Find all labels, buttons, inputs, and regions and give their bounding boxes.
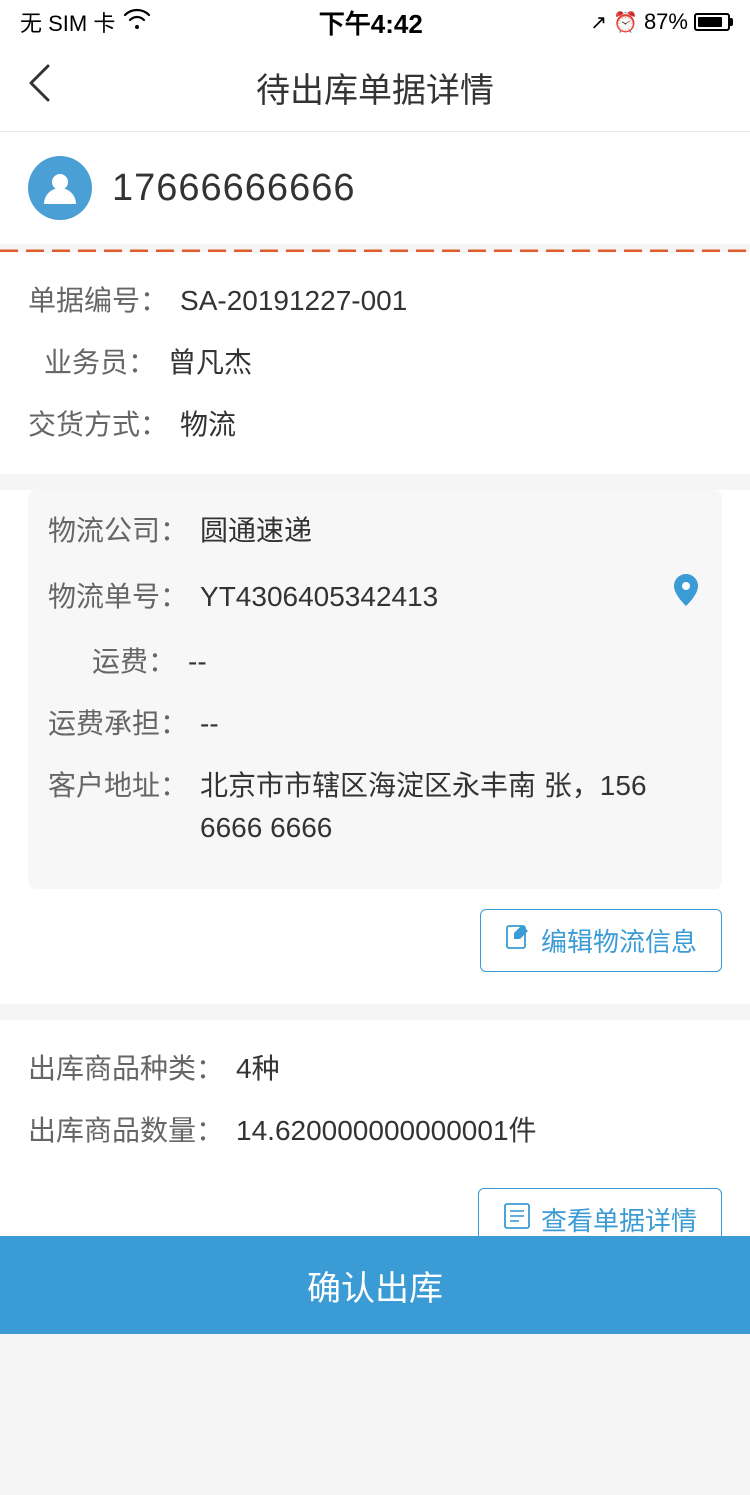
address-label: 客户地址： bbox=[48, 765, 200, 807]
freight-row: 运费： -- bbox=[48, 641, 702, 683]
page-title: 待出库单据详情 bbox=[256, 63, 494, 112]
edit-logistics-container: 编辑物流信息 bbox=[28, 909, 722, 980]
goods-type-row: 出库商品种类： 4种 bbox=[28, 1048, 722, 1090]
tracking-location-icon[interactable] bbox=[670, 572, 702, 621]
salesman-value: 曾凡杰 bbox=[168, 342, 722, 384]
goods-quantity-row: 出库商品数量： 14.620000000000001件 bbox=[28, 1110, 722, 1152]
confirm-label: 确认出库 bbox=[307, 1261, 443, 1310]
wifi-icon bbox=[123, 8, 151, 36]
logistics-section: 物流公司： 圆通速递 物流单号： YT4306405342413 运费： -- … bbox=[28, 490, 722, 889]
status-left: 无 SIM 卡 bbox=[20, 6, 151, 38]
edit-logistics-label: 编辑物流信息 bbox=[541, 922, 697, 959]
goods-type-label: 出库商品种类： bbox=[28, 1048, 236, 1090]
goods-type-value: 4种 bbox=[236, 1048, 722, 1090]
view-detail-label: 查看单据详情 bbox=[541, 1201, 697, 1238]
logistics-company-row: 物流公司： 圆通速递 bbox=[48, 510, 702, 552]
nav-bar: 待出库单据详情 bbox=[0, 44, 750, 132]
freight-bear-value: -- bbox=[200, 703, 702, 745]
location-status-icon: ↗ bbox=[590, 10, 607, 35]
order-number-row: 单据编号： SA-20191227-001 bbox=[28, 280, 722, 322]
status-time: 下午4:42 bbox=[319, 4, 423, 41]
separator-1 bbox=[0, 1004, 750, 1020]
alarm-icon: ⏰ bbox=[613, 10, 638, 35]
order-number-label: 单据编号： bbox=[28, 280, 180, 322]
edit-logistics-button[interactable]: 编辑物流信息 bbox=[480, 909, 722, 972]
dashed-divider bbox=[0, 244, 750, 252]
battery-icon bbox=[694, 13, 730, 31]
carrier-text: 无 SIM 卡 bbox=[20, 6, 115, 38]
logistics-outer: 物流公司： 圆通速递 物流单号： YT4306405342413 运费： -- … bbox=[0, 490, 750, 1004]
tracking-label: 物流单号： bbox=[48, 576, 200, 618]
freight-bear-row: 运费承担： -- bbox=[48, 703, 702, 745]
salesman-row: 业务员： 曾凡杰 bbox=[28, 342, 722, 384]
goods-quantity-label: 出库商品数量： bbox=[28, 1110, 236, 1152]
delivery-row: 交货方式： 物流 bbox=[28, 404, 722, 446]
confirm-button[interactable]: 确认出库 bbox=[0, 1236, 750, 1334]
logistics-company-value: 圆通速递 bbox=[200, 510, 702, 552]
tracking-row: 物流单号： YT4306405342413 bbox=[48, 572, 702, 621]
order-number-value: SA-20191227-001 bbox=[180, 280, 722, 322]
back-button[interactable] bbox=[28, 64, 50, 111]
order-info-section: 单据编号： SA-20191227-001 业务员： 曾凡杰 交货方式： 物流 bbox=[0, 252, 750, 474]
customer-phone: 17666666666 bbox=[112, 167, 355, 210]
logistics-company-label: 物流公司： bbox=[48, 510, 200, 552]
tracking-value: YT4306405342413 bbox=[200, 576, 658, 618]
goods-quantity-value: 14.620000000000001件 bbox=[236, 1110, 722, 1152]
battery-percent: 87% bbox=[644, 9, 688, 35]
freight-value: -- bbox=[188, 641, 702, 683]
avatar bbox=[28, 156, 92, 220]
salesman-label: 业务员： bbox=[28, 342, 168, 384]
freight-label: 运费： bbox=[48, 641, 188, 683]
customer-section: 17666666666 bbox=[0, 132, 750, 244]
delivery-value: 物流 bbox=[180, 404, 722, 446]
detail-icon bbox=[503, 1202, 531, 1237]
address-value: 北京市市辖区海淀区永丰南 张，156 6666 6666 bbox=[200, 765, 702, 849]
delivery-label: 交货方式： bbox=[28, 404, 180, 446]
edit-icon bbox=[505, 924, 531, 957]
address-row: 客户地址： 北京市市辖区海淀区永丰南 张，156 6666 6666 bbox=[48, 765, 702, 849]
status-right: ↗ ⏰ 87% bbox=[590, 9, 730, 35]
freight-bear-label: 运费承担： bbox=[48, 703, 200, 745]
status-bar: 无 SIM 卡 下午4:42 ↗ ⏰ 87% bbox=[0, 0, 750, 44]
